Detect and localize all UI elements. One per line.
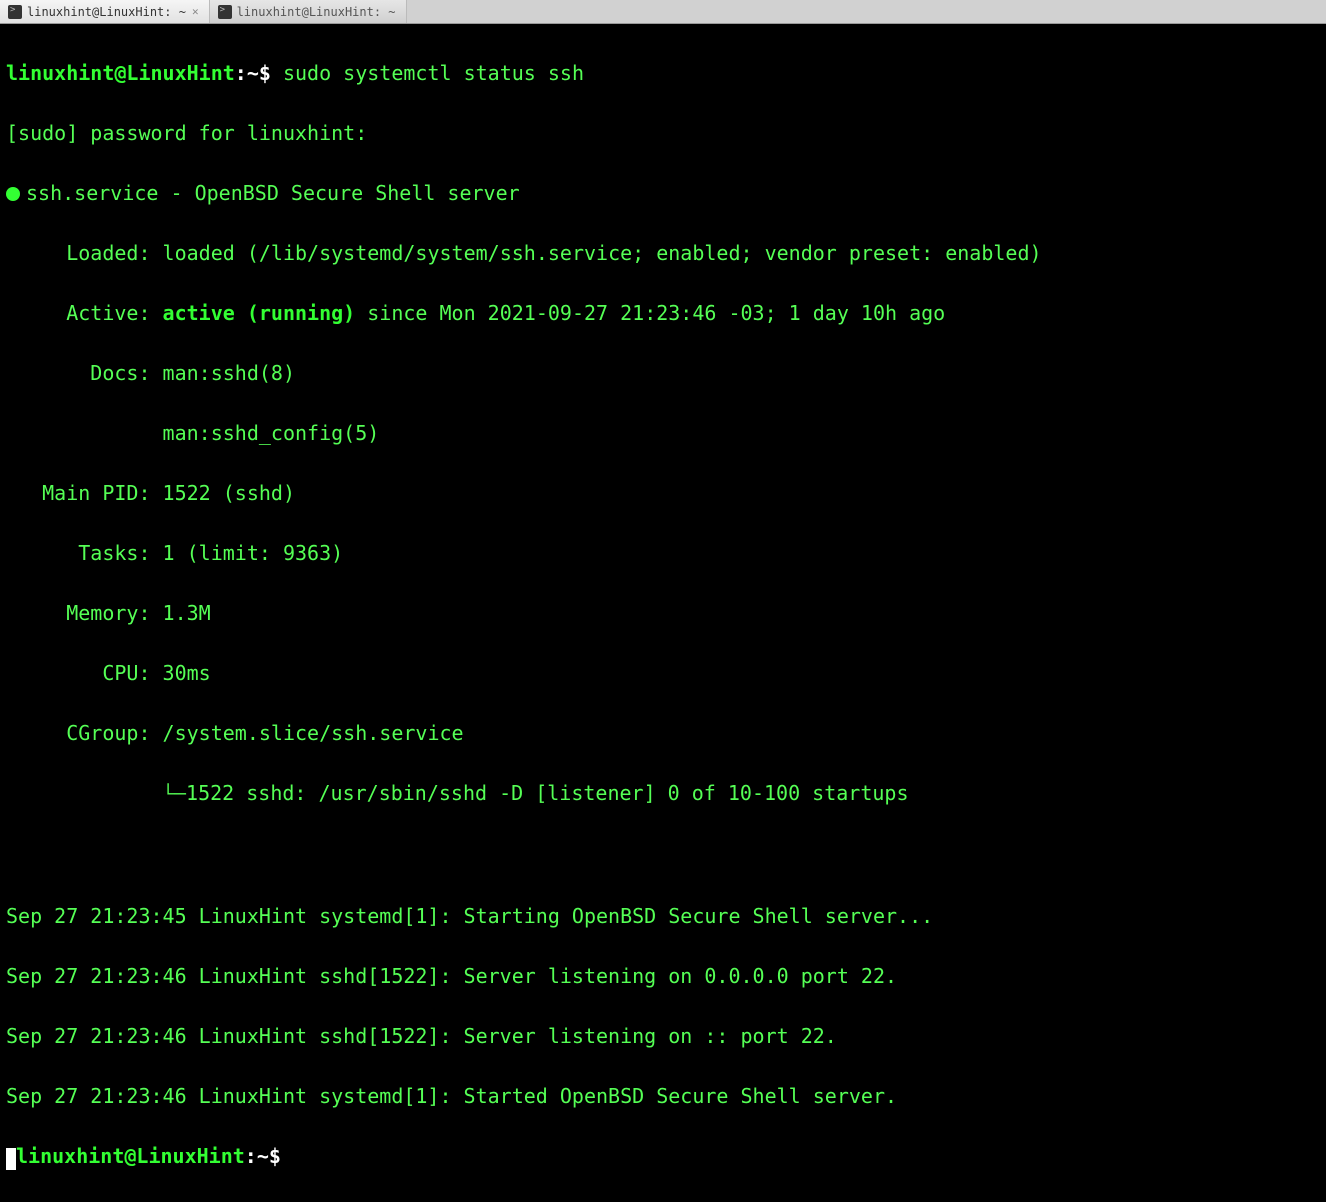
terminal-icon: [8, 5, 22, 19]
log-line-3: Sep 27 21:23:46 LinuxHint sshd[1522]: Se…: [6, 1021, 1320, 1051]
cgroup-tree-line: └─1522 sshd: /usr/sbin/sshd -D [listener…: [6, 778, 1320, 811]
cpu-value: 30ms: [163, 661, 211, 685]
tree-elbow: └─: [6, 784, 186, 807]
blank-line: [6, 841, 1320, 871]
tab-2[interactable]: linuxhint@LinuxHint: ~: [210, 0, 407, 23]
active-rest: since Mon 2021-09-27 21:23:46 -03; 1 day…: [355, 301, 945, 325]
terminal-icon: [218, 5, 232, 19]
status-bullet-icon: [6, 187, 20, 201]
prompt-sigil: $: [259, 61, 271, 85]
tab-1[interactable]: linuxhint@LinuxHint: ~ ✕: [0, 0, 210, 23]
prompt2-path: ~: [257, 1144, 269, 1168]
cgroup-value: /system.slice/ssh.service: [163, 721, 464, 745]
log-line-4: Sep 27 21:23:46 LinuxHint systemd[1]: St…: [6, 1081, 1320, 1111]
mainpid-value: 1522 (sshd): [163, 481, 295, 505]
sudo-password-line: [sudo] password for linuxhint:: [6, 118, 1320, 148]
prompt2-sep: :: [245, 1144, 257, 1168]
space: [271, 61, 283, 85]
log-line-2: Sep 27 21:23:46 LinuxHint sshd[1522]: Se…: [6, 961, 1320, 991]
terminal-output[interactable]: linuxhint@LinuxHint:~$ sudo systemctl st…: [0, 24, 1326, 1202]
line-prompt-1: linuxhint@LinuxHint:~$ sudo systemctl st…: [6, 58, 1320, 88]
tab-bar: linuxhint@LinuxHint: ~ ✕ linuxhint@Linux…: [0, 0, 1326, 24]
mainpid-label: Main PID:: [6, 481, 163, 505]
tab-2-label: linuxhint@LinuxHint: ~: [237, 5, 396, 19]
docs-line-1: Docs: man:sshd(8): [6, 358, 1320, 388]
active-label: Active:: [6, 301, 163, 325]
loaded-value: loaded (/lib/systemd/system/ssh.service;…: [163, 241, 1042, 265]
line-prompt-2: linuxhint@LinuxHint:~$: [6, 1141, 1320, 1171]
prompt2-sigil: $: [269, 1144, 281, 1168]
cgroup-line: CGroup: /system.slice/ssh.service: [6, 718, 1320, 748]
prompt-path: ~: [247, 61, 259, 85]
cgroup-label: CGroup:: [6, 721, 163, 745]
docs-line-2: man:sshd_config(5): [6, 418, 1320, 448]
cgroup-proc: 1522 sshd: /usr/sbin/sshd -D [listener] …: [186, 781, 908, 805]
prompt-sep: :: [235, 61, 247, 85]
loaded-line: Loaded: loaded (/lib/systemd/system/ssh.…: [6, 238, 1320, 268]
cursor: [6, 1148, 16, 1170]
docs-value-1: man:sshd(8): [163, 361, 295, 385]
cpu-line: CPU: 30ms: [6, 658, 1320, 688]
active-status: active (running): [163, 301, 356, 325]
command-text: sudo systemctl status ssh: [283, 61, 584, 85]
docs-label: Docs:: [6, 361, 163, 385]
loaded-label: Loaded:: [6, 241, 163, 265]
tasks-line: Tasks: 1 (limit: 9363): [6, 538, 1320, 568]
prompt-userhost: linuxhint@LinuxHint: [6, 61, 235, 85]
memory-value: 1.3M: [163, 601, 211, 625]
active-line: Active: active (running) since Mon 2021-…: [6, 298, 1320, 328]
prompt2-userhost: linuxhint@LinuxHint: [16, 1144, 245, 1168]
log-line-1: Sep 27 21:23:45 LinuxHint systemd[1]: St…: [6, 901, 1320, 931]
mainpid-line: Main PID: 1522 (sshd): [6, 478, 1320, 508]
service-line: ssh.service - OpenBSD Secure Shell serve…: [6, 178, 1320, 208]
tasks-value: 1 (limit: 9363): [163, 541, 344, 565]
memory-line: Memory: 1.3M: [6, 598, 1320, 628]
cpu-label: CPU:: [6, 661, 163, 685]
close-tab-icon[interactable]: ✕: [192, 5, 199, 18]
service-text: ssh.service - OpenBSD Secure Shell serve…: [26, 181, 520, 205]
memory-label: Memory:: [6, 601, 163, 625]
tasks-label: Tasks:: [6, 541, 163, 565]
tab-1-label: linuxhint@LinuxHint: ~: [27, 5, 186, 19]
